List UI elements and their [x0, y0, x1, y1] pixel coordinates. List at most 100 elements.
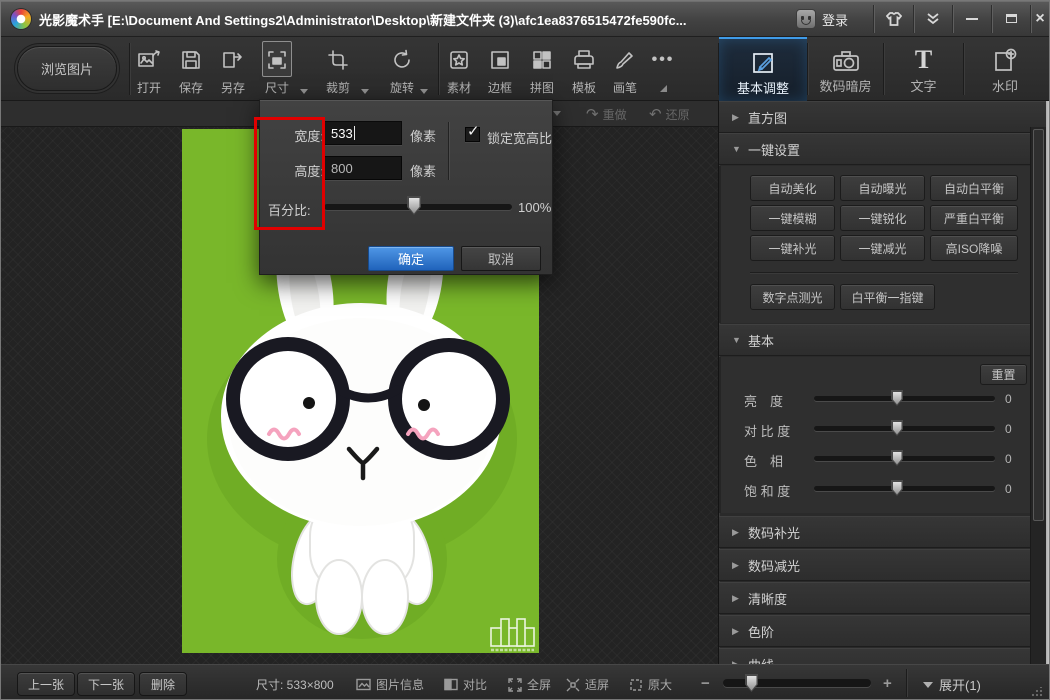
window-title: 光影魔术手 [E:\Document And Settings2\Adminis… — [39, 10, 759, 29]
crop-button[interactable]: 裁剪 — [316, 45, 360, 96]
redo-label: 重做 — [603, 106, 627, 123]
auto-whitebalance-button[interactable]: 自动白平衡 — [930, 175, 1018, 201]
login-button[interactable]: 登录 — [796, 7, 848, 31]
delete-image-button[interactable]: 删除 — [139, 672, 187, 696]
size-button[interactable]: 尺寸 — [255, 45, 299, 96]
cancel-label: 取消 — [488, 249, 514, 268]
frame-button[interactable]: 边框 — [478, 45, 522, 96]
tab-digital-darkroom[interactable]: 数码暗房 — [808, 37, 883, 101]
whitebalance-onetouch-button[interactable]: 白平衡一指键 — [840, 284, 935, 310]
rotate-button[interactable]: 旋转 — [380, 45, 424, 96]
ok-button[interactable]: 确定 — [368, 246, 454, 271]
height-input[interactable]: 800 — [324, 156, 402, 180]
zoom-in-button[interactable]: + — [883, 675, 892, 692]
saturation-slider-thumb[interactable] — [891, 480, 903, 496]
contrast-label: 对 比 度 — [744, 421, 790, 440]
next-image-button[interactable]: 下一张 — [77, 672, 135, 696]
image-info-button[interactable]: 图片信息 — [356, 676, 424, 693]
compare-icon — [444, 678, 458, 691]
minimize-button[interactable] — [953, 1, 991, 36]
watermark-logo — [491, 619, 534, 646]
expand-button[interactable]: 展开(1) — [923, 675, 981, 694]
hue-label: 色 相 — [744, 451, 783, 470]
material-button[interactable]: 素材 — [437, 45, 481, 96]
one-key-blur-button[interactable]: 一键模糊 — [750, 205, 835, 231]
skin-button[interactable] — [875, 1, 913, 36]
reset-button[interactable]: 重置 — [980, 364, 1027, 385]
whitebalance-onetouch-label: 白平衡一指键 — [851, 289, 923, 306]
more-tools-button[interactable]: ••• — [641, 45, 685, 75]
section-digital-reduce-light-label: 数码减光 — [748, 556, 800, 575]
brightness-slider-thumb[interactable] — [891, 390, 903, 406]
rotate-dropdown-arrow[interactable] — [420, 89, 428, 94]
maximize-icon — [1006, 14, 1017, 23]
redo-button[interactable]: ↷ 重做 — [586, 105, 627, 123]
next-image-label: 下一张 — [88, 676, 124, 693]
width-value: 533 — [331, 126, 353, 141]
auto-exposure-button[interactable]: 自动曝光 — [840, 175, 925, 201]
section-quick-settings[interactable]: ▼ 一键设置 — [719, 133, 1047, 165]
close-icon: × — [1035, 11, 1044, 27]
high-iso-denoise-label: 高ISO降噪 — [946, 240, 1003, 257]
open-label: 打开 — [127, 79, 171, 96]
contrast-slider-thumb[interactable] — [891, 420, 903, 436]
actual-size-button[interactable]: 原大 — [629, 676, 672, 693]
previous-image-button[interactable]: 上一张 — [17, 672, 75, 696]
high-iso-denoise-button[interactable]: 高ISO降噪 — [930, 235, 1018, 261]
contrast-slider-track[interactable] — [814, 426, 995, 431]
template-button[interactable]: 模板 — [562, 45, 606, 96]
zoom-out-button[interactable]: − — [701, 675, 710, 692]
saturation-slider-track[interactable] — [814, 486, 995, 491]
cancel-button[interactable]: 取消 — [461, 246, 541, 271]
hue-slider-thumb[interactable] — [891, 450, 903, 466]
open-button[interactable]: 打开 — [127, 45, 171, 96]
collapse-button[interactable] — [914, 1, 952, 36]
percent-slider-thumb[interactable] — [407, 196, 421, 215]
redo-icon: ↷ — [586, 105, 599, 123]
sidebar-scrollbar[interactable] — [1030, 127, 1046, 664]
fullscreen-icon — [508, 678, 522, 692]
auto-beautify-button[interactable]: 自动美化 — [750, 175, 835, 201]
more-dots-icon: ••• — [652, 51, 675, 69]
section-clarity[interactable]: ▶ 清晰度 — [719, 582, 1047, 614]
fill-light-button[interactable]: 一键补光 — [750, 235, 835, 261]
open-image-icon — [137, 48, 161, 72]
tab-basic-adjust[interactable]: 基本调整 — [719, 37, 807, 101]
size-dropdown-arrow[interactable] — [300, 89, 308, 94]
section-basic[interactable]: ▼ 基本 — [719, 324, 1047, 356]
lock-aspect-checkbox[interactable]: ✓ — [465, 127, 480, 142]
width-input[interactable]: 533 — [324, 121, 402, 145]
tab-basic-adjust-label: 基本调整 — [719, 78, 807, 97]
tab-watermark[interactable]: 水印 — [964, 37, 1046, 101]
collapsed-arrow-icon: ▶ — [732, 560, 741, 571]
severe-whitebalance-button[interactable]: 严重白平衡 — [930, 205, 1018, 231]
section-digital-fill-light[interactable]: ▶ 数码补光 — [719, 516, 1047, 548]
fullscreen-button[interactable]: 全屏 — [508, 676, 551, 693]
hue-slider-track[interactable] — [814, 456, 995, 461]
section-digital-reduce-light[interactable]: ▶ 数码减光 — [719, 549, 1047, 581]
maximize-button[interactable] — [992, 1, 1030, 36]
delete-image-label: 删除 — [151, 676, 175, 693]
section-histogram[interactable]: ▶ 直方图 — [719, 101, 1047, 133]
history-dropdown-arrow[interactable] — [553, 111, 561, 116]
expanded-arrow-icon: ▼ — [732, 144, 741, 154]
spot-metering-button[interactable]: 数字点测光 — [750, 284, 835, 310]
reduce-light-button[interactable]: 一键减光 — [840, 235, 925, 261]
one-key-sharpen-label: 一键锐化 — [858, 210, 906, 227]
close-button[interactable]: × — [1030, 1, 1050, 36]
save-button[interactable]: 保存 — [169, 45, 213, 96]
resize-grip[interactable] — [1027, 687, 1043, 697]
collage-button[interactable]: 拼图 — [520, 45, 564, 96]
save-as-button[interactable]: 另存 — [211, 45, 255, 96]
section-levels[interactable]: ▶ 色阶 — [719, 615, 1047, 647]
tab-text[interactable]: T 文字 — [884, 37, 963, 101]
fit-screen-button[interactable]: 适屏 — [566, 676, 609, 693]
brightness-slider-track[interactable] — [814, 396, 995, 401]
sidebar-scrollbar-thumb[interactable] — [1033, 129, 1044, 521]
crop-dropdown-arrow[interactable] — [361, 89, 369, 94]
browse-images-button[interactable]: 浏览图片 — [17, 46, 117, 91]
zoom-slider-thumb[interactable] — [745, 674, 758, 692]
undo-button[interactable]: ↶ 还原 — [649, 105, 690, 123]
one-key-sharpen-button[interactable]: 一键锐化 — [840, 205, 925, 231]
compare-button[interactable]: 对比 — [444, 676, 487, 693]
